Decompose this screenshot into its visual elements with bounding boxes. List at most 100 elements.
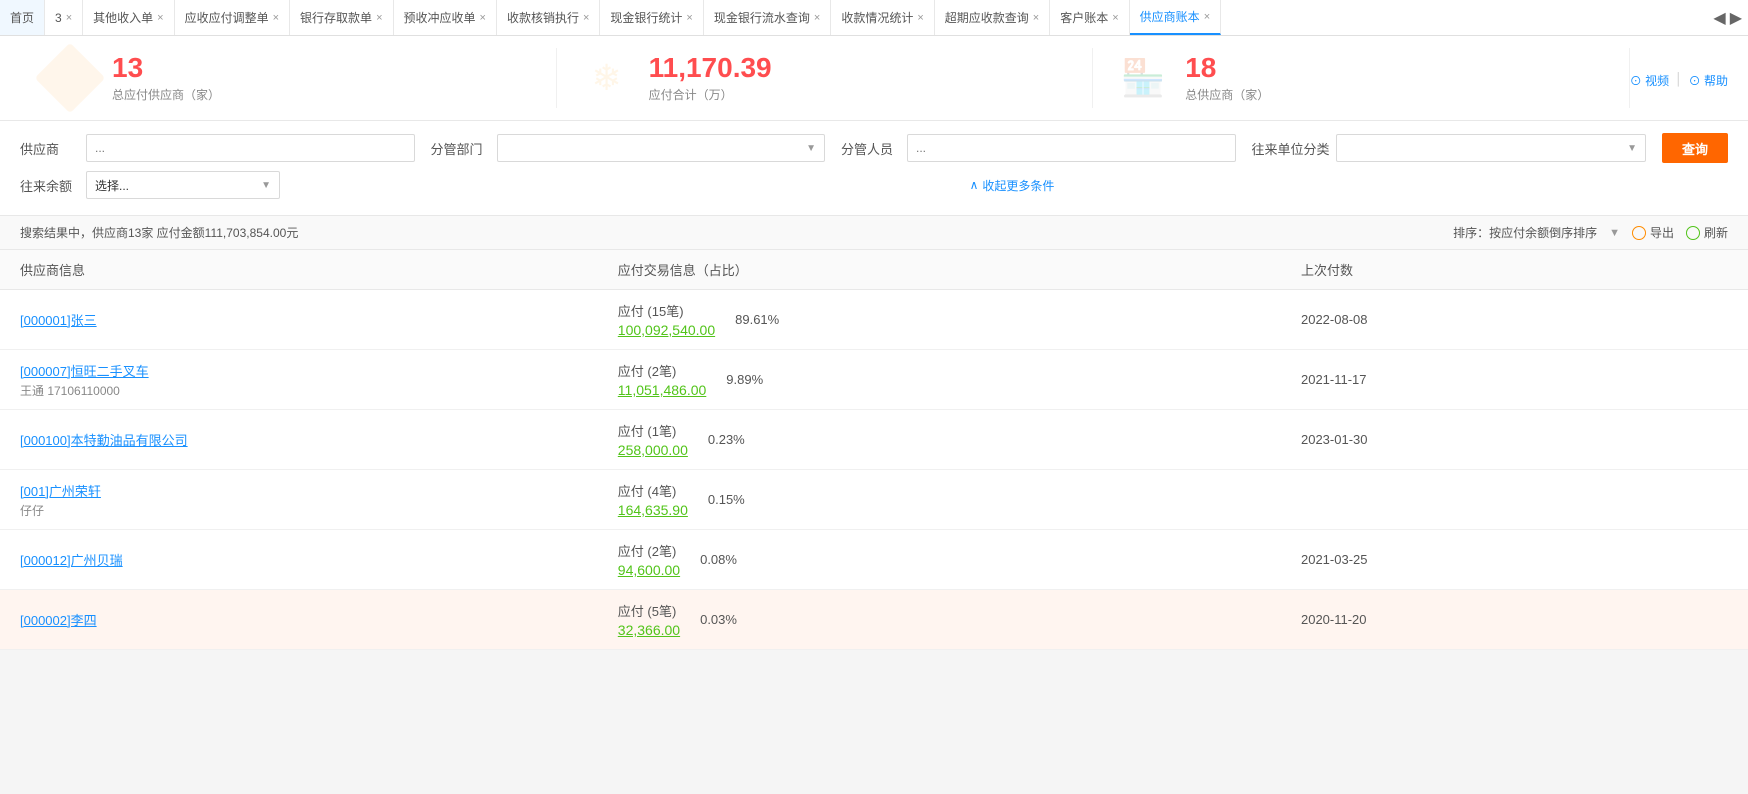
nav-tab-payment-label: 收款核销执行 xyxy=(507,9,579,26)
sort-label[interactable]: 排序：按应付余额倒序排序 xyxy=(1453,224,1597,241)
tx-detail-0: 应付 (15笔) 100,092,540.00 xyxy=(618,301,715,338)
payable-supplier-count: 13 xyxy=(112,54,220,82)
close-icon[interactable]: × xyxy=(480,12,486,24)
nav-tab-cash-stat-label: 现金银行统计 xyxy=(610,9,682,26)
nav-tab-supplier-ledger[interactable]: 供应商账本 × xyxy=(1130,0,1221,35)
nav-tab-advance[interactable]: 预收冲应收单 × xyxy=(394,0,497,35)
close-icon[interactable]: × xyxy=(1033,12,1039,24)
tx-detail-2: 应付 (1笔) 258,000.00 xyxy=(618,421,688,458)
nav-tab-receipt-stat[interactable]: 收款情况统计 × xyxy=(831,0,934,35)
nav-next-arrow[interactable]: ▶ xyxy=(1728,8,1744,28)
close-icon[interactable]: × xyxy=(814,12,820,24)
close-icon[interactable]: × xyxy=(157,12,163,24)
close-icon[interactable]: × xyxy=(66,12,72,24)
tx-amount-2[interactable]: 258,000.00 xyxy=(618,442,688,458)
tx-amount-4[interactable]: 94,600.00 xyxy=(618,562,680,578)
export-label: 导出 xyxy=(1650,224,1674,241)
nav-tab-other-income-label: 其他收入单 xyxy=(93,9,153,26)
collapse-area: ∧ 收起更多条件 xyxy=(296,173,1728,198)
chevron-down-icon-2: ▼ xyxy=(1627,143,1637,154)
nav-tab-3[interactable]: 3 × xyxy=(45,0,83,35)
tx-detail-3: 应付 (4笔) 164,635.90 xyxy=(618,481,688,518)
close-icon[interactable]: × xyxy=(917,12,923,24)
close-icon[interactable]: × xyxy=(686,12,692,24)
close-icon[interactable]: × xyxy=(273,12,279,24)
tx-label-2: 应付 (1笔) xyxy=(618,421,688,440)
supplier-link-0[interactable]: [000001]张三 xyxy=(20,310,618,329)
summary-card-total-suppliers: 🏪 18 总供应商（家） xyxy=(1093,48,1630,108)
supplier-link-1[interactable]: [000007]恒旺二手叉车 xyxy=(20,361,618,380)
nav-tab-ap-adj-label: 应收应付调整单 xyxy=(185,9,269,26)
tx-amount-5[interactable]: 32,366.00 xyxy=(618,622,680,638)
header-lastpay: 上次付数 xyxy=(1301,260,1728,279)
nav-tab-cash-stat[interactable]: 现金银行统计 × xyxy=(600,0,703,35)
filter-person: 分管人员 xyxy=(841,134,1236,162)
tx-amount-0[interactable]: 100,092,540.00 xyxy=(618,322,715,338)
nav-tab-home-label: 首页 xyxy=(10,9,34,26)
summary-bar: 13 总应付供应商（家） ❄ 11,170.39 应付合计（万） 🏪 18 总供… xyxy=(0,36,1748,121)
search-button[interactable]: 查询 xyxy=(1662,133,1728,163)
supplier-sub-1: 王通 17106110000 xyxy=(20,382,618,399)
top-right-links: ⊙ 视频 │ ⊙ 帮助 xyxy=(1630,68,1728,89)
nav-tab-home[interactable]: 首页 xyxy=(0,0,45,35)
summary-card-payable-content: 13 总应付供应商（家） xyxy=(112,54,220,103)
supplier-link-5[interactable]: [000002]李四 xyxy=(20,610,618,629)
collapse-button[interactable]: ∧ 收起更多条件 xyxy=(970,173,1055,198)
table-row: [000100]本特勤油品有限公司 应付 (1笔) 258,000.00 0.2… xyxy=(0,410,1748,470)
nav-tab-advance-label: 预收冲应收单 xyxy=(404,9,476,26)
dept-label: 分管部门 xyxy=(431,139,491,158)
person-input[interactable] xyxy=(907,134,1236,162)
tx-detail-1: 应付 (2笔) 11,051,486.00 xyxy=(618,361,707,398)
supplier-link-2[interactable]: [000100]本特勤油品有限公司 xyxy=(20,430,618,449)
tx-amount-3[interactable]: 164,635.90 xyxy=(618,502,688,518)
chevron-down-icon-sort[interactable]: ▼ xyxy=(1609,227,1620,239)
transaction-info-1: 应付 (2笔) 11,051,486.00 9.89% xyxy=(618,360,1301,399)
nav-tab-ap-adj[interactable]: 应收应付调整单 × xyxy=(175,0,290,35)
close-icon[interactable]: × xyxy=(1204,11,1210,23)
close-icon[interactable]: × xyxy=(583,12,589,24)
supplier-link-4[interactable]: [000012]广州贝瑞 xyxy=(20,550,618,569)
help-link[interactable]: ⊙ 帮助 xyxy=(1689,72,1728,89)
supplier-info-5: [000002]李四 xyxy=(20,600,618,639)
summary-card-supplier-content: 18 总供应商（家） xyxy=(1185,54,1269,103)
close-icon[interactable]: × xyxy=(1112,12,1118,24)
table-row: [000007]恒旺二手叉车 王通 17106110000 应付 (2笔) 11… xyxy=(0,350,1748,410)
nav-tab-cash-flow[interactable]: 现金银行流水查询 × xyxy=(704,0,831,35)
tx-detail-5: 应付 (5笔) 32,366.00 xyxy=(618,601,680,638)
snowflake-icon: ❄ xyxy=(582,53,632,103)
supplier-link-3[interactable]: [001]广州荣轩 xyxy=(20,481,618,500)
tx-label-0: 应付 (15笔) xyxy=(618,301,715,320)
nav-prev-arrow[interactable]: ◀ xyxy=(1711,8,1727,28)
nav-tab-customer-ledger-label: 客户账本 xyxy=(1060,9,1108,26)
chevron-down-icon: ▼ xyxy=(806,143,816,154)
refresh-label: 刷新 xyxy=(1704,224,1728,241)
transaction-info-3: 应付 (4笔) 164,635.90 0.15% xyxy=(618,480,1301,519)
lastpay-info-4: 2021-03-25 xyxy=(1301,540,1728,579)
export-button[interactable]: 导出 xyxy=(1632,224,1674,241)
lastpay-info-5: 2020-11-20 xyxy=(1301,600,1728,639)
nav-tab-overdue[interactable]: 超期应收款查询 × xyxy=(935,0,1050,35)
transaction-info-0: 应付 (15笔) 100,092,540.00 89.61% xyxy=(618,300,1301,339)
dept-select[interactable]: ▼ xyxy=(497,134,826,162)
balance-select[interactable]: 选择... ▼ xyxy=(86,171,280,199)
close-icon[interactable]: × xyxy=(376,12,382,24)
supplier-input[interactable] xyxy=(86,134,415,162)
store-building-icon: 🏪 xyxy=(1118,53,1168,103)
category-label: 往来单位分类 xyxy=(1252,139,1330,158)
refresh-icon xyxy=(1686,226,1700,240)
nav-tab-bank[interactable]: 银行存取款单 × xyxy=(290,0,393,35)
lastpay-info-1: 2021-11-17 xyxy=(1301,360,1728,399)
nav-tab-customer-ledger[interactable]: 客户账本 × xyxy=(1050,0,1129,35)
video-link[interactable]: ⊙ 视频 xyxy=(1630,72,1669,89)
nav-tab-other-income[interactable]: 其他收入单 × xyxy=(83,0,174,35)
tx-percent-3: 0.15% xyxy=(708,492,745,507)
transaction-info-2: 应付 (1笔) 258,000.00 0.23% xyxy=(618,420,1301,459)
nav-tab-payment[interactable]: 收款核销执行 × xyxy=(497,0,600,35)
nav-tab-receipt-stat-label: 收款情况统计 xyxy=(841,9,913,26)
result-text: 搜索结果中，供应商13家 应付金额111,703,854.00元 xyxy=(20,224,298,241)
chevron-down-icon-3: ▼ xyxy=(261,180,271,191)
right-tools: 排序：按应付余额倒序排序 ▼ 导出 刷新 xyxy=(1453,224,1728,241)
tx-amount-1[interactable]: 11,051,486.00 xyxy=(618,382,707,398)
refresh-button[interactable]: 刷新 xyxy=(1686,224,1728,241)
category-select[interactable]: ▼ xyxy=(1336,134,1646,162)
